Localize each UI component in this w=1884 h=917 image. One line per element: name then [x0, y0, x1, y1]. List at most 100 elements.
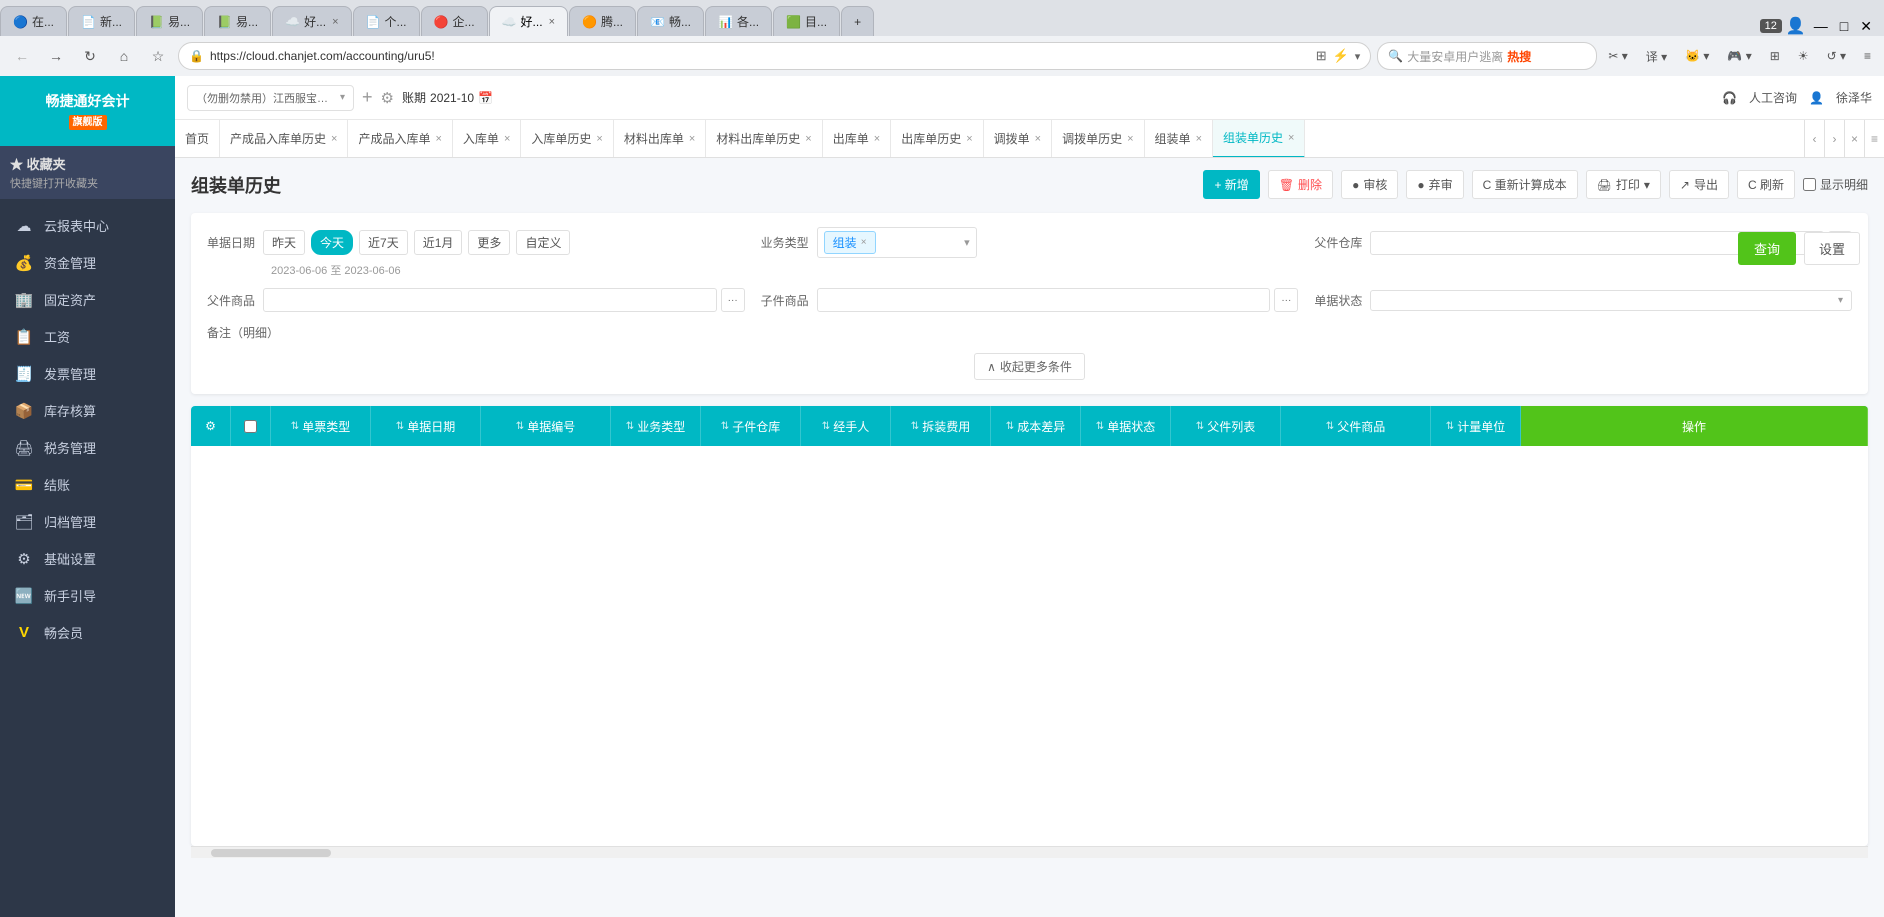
browser-tab-11[interactable]: 📊 各... [705, 6, 772, 36]
browser-tab-5[interactable]: ☁️ 好... × [272, 6, 351, 36]
th-settings[interactable]: ⚙ [191, 406, 231, 446]
th-bill-no[interactable]: ⇅ 单据编号 [481, 406, 611, 446]
export-button[interactable]: ↗ 导出 [1669, 170, 1729, 199]
period-selector[interactable]: 账期 2021-10 📅 [402, 89, 493, 106]
browser-tab-8[interactable]: ☁️ 好... × [489, 6, 568, 36]
nav-tab-close-assembly[interactable]: × [1196, 133, 1202, 145]
new-tab-button[interactable]: + [841, 6, 874, 36]
sidebar-item-archive-mgmt[interactable]: 🗂 归档管理 [0, 503, 175, 540]
browser-tab-6[interactable]: 📄 个... [353, 6, 420, 36]
th-unit[interactable]: ⇅ 计量单位 [1431, 406, 1521, 446]
sidebar-favorites[interactable]: ★ 收藏夹 快捷键打开收藏夹 [0, 146, 175, 199]
nav-tab-close-adjust[interactable]: × [1035, 133, 1041, 145]
new-button[interactable]: + 新增 [1203, 170, 1259, 199]
refresh-button-page[interactable]: C 刷新 [1737, 170, 1795, 199]
nav-arrow-right[interactable]: › [1824, 120, 1844, 158]
th-bill-status[interactable]: ⇅ 单据状态 [1081, 406, 1171, 446]
brightness-tool[interactable]: ☀ [1793, 47, 1814, 65]
address-bar[interactable]: 🔒 https://cloud.chanjet.com/accounting/u… [178, 42, 1371, 70]
biz-type-dropdown-icon[interactable]: ▾ [964, 236, 970, 249]
parent-goods-more-btn[interactable]: ··· [721, 288, 745, 312]
game-tool[interactable]: 🎮 ▾ [1722, 47, 1756, 65]
date-btn-yesterday[interactable]: 昨天 [263, 230, 305, 255]
sidebar-item-cloud-report[interactable]: ☁ 云报表中心 [0, 207, 175, 244]
company-selector[interactable]: （勿删勿禁用）江西服宝测试专用 ▾ [187, 85, 354, 111]
th-parent-goods[interactable]: ⇅ 父件商品 [1281, 406, 1431, 446]
nav-tab-close-out-hist[interactable]: × [966, 133, 972, 145]
th-sub-warehouse[interactable]: ⇅ 子件仓库 [701, 406, 801, 446]
nav-tab-assembly-hist[interactable]: 组装单历史 × [1213, 120, 1305, 158]
sub-goods-input[interactable] [817, 288, 1271, 312]
date-btn-today[interactable]: 今天 [311, 230, 353, 255]
sidebar-item-fixed-assets[interactable]: 🏢 固定资产 [0, 281, 175, 318]
nav-tab-close-prod-in-hist[interactable]: × [331, 133, 337, 145]
collapse-button[interactable]: ∧ 收起更多条件 [974, 353, 1085, 380]
nav-tab-adjust-hist[interactable]: 调拨单历史 × [1052, 120, 1144, 158]
nav-tab-assembly[interactable]: 组装单 × [1145, 120, 1213, 158]
sidebar-item-invoice-mgmt[interactable]: 🧾 发票管理 [0, 355, 175, 392]
home-button[interactable]: ⌂ [110, 42, 138, 70]
parent-goods-input[interactable] [263, 288, 717, 312]
more-tool[interactable]: ≡ [1859, 47, 1876, 65]
date-btn-7days[interactable]: 近7天 [359, 230, 408, 255]
bookmark-button[interactable]: ☆ [144, 42, 172, 70]
emoji-tool[interactable]: 🐱 ▾ [1680, 47, 1714, 65]
browser-tab-4[interactable]: 📗 易... [204, 6, 271, 36]
close-icon[interactable]: ✕ [1856, 18, 1876, 35]
browser-tab-1[interactable]: 🔵 在... [0, 6, 67, 36]
recalc-button[interactable]: C 重新计算成本 [1472, 170, 1578, 199]
nav-tab-out-order[interactable]: 出库单 × [823, 120, 891, 158]
nav-tab-close-in-order[interactable]: × [504, 133, 510, 145]
calendar-icon[interactable]: 📅 [478, 91, 493, 105]
biz-type-tag-remove[interactable]: × [861, 237, 867, 248]
browser-tab-12[interactable]: 🟩 目... [773, 6, 840, 36]
nav-tab-prod-in-hist[interactable]: 产成品入库单历史 × [220, 120, 348, 158]
nav-tab-in-order[interactable]: 入库单 × [453, 120, 521, 158]
sidebar-item-closing[interactable]: 💳 结账 [0, 466, 175, 503]
th-disassembly-fee[interactable]: ⇅ 拆装费用 [891, 406, 991, 446]
nav-tab-close-mat-out-hist[interactable]: × [805, 133, 811, 145]
settings-company-icon[interactable]: ⚙ [381, 89, 394, 107]
nav-tab-adjust[interactable]: 调拨单 × [984, 120, 1052, 158]
date-btn-1month[interactable]: 近1月 [414, 230, 463, 255]
show-detail-checkbox[interactable] [1803, 178, 1816, 191]
browser-tab-2[interactable]: 📄 新... [68, 6, 135, 36]
th-bill-date[interactable]: ⇅ 单据日期 [371, 406, 481, 446]
nav-tab-close-out-order[interactable]: × [874, 133, 880, 145]
set-button[interactable]: 设置 [1804, 232, 1860, 265]
sidebar-item-basic-settings[interactable]: ⚙ 基础设置 [0, 540, 175, 577]
support-label[interactable]: 人工咨询 [1749, 89, 1797, 106]
add-company-button[interactable]: + [362, 87, 373, 108]
biz-type-selector[interactable]: 组装 × ▾ [817, 227, 977, 258]
nav-tab-out-hist[interactable]: 出库单历史 × [891, 120, 983, 158]
nav-tab-close-adjust-hist[interactable]: × [1127, 133, 1133, 145]
translate-tool[interactable]: 译 ▾ [1641, 46, 1672, 67]
nav-tab-close-prod-in[interactable]: × [435, 133, 441, 145]
bill-status-dropdown[interactable]: ▾ [1370, 290, 1852, 311]
sidebar-item-salary[interactable]: 📋 工资 [0, 318, 175, 355]
nav-tab-close-mat-out[interactable]: × [689, 133, 695, 145]
back-button[interactable]: ← [8, 42, 36, 70]
sidebar-item-vip[interactable]: V 畅会员 [0, 614, 175, 651]
dropdown-arrow-icon[interactable]: ▾ [1355, 50, 1361, 63]
browser-tab-9[interactable]: 🟠 腾... [569, 6, 636, 36]
date-btn-custom[interactable]: 自定义 [516, 230, 570, 255]
th-bill-type[interactable]: ⇅ 单票类型 [271, 406, 371, 446]
sub-goods-more-btn[interactable]: ··· [1274, 288, 1298, 312]
browser-search[interactable]: 🔍 大量安卓用户逃离 热搜 [1377, 42, 1597, 70]
scrollbar-thumb[interactable] [211, 849, 331, 857]
sidebar-item-fund-mgmt[interactable]: 💰 资金管理 [0, 244, 175, 281]
horizontal-scrollbar[interactable] [191, 846, 1868, 858]
select-all-checkbox[interactable] [244, 420, 257, 433]
th-handler[interactable]: ⇅ 经手人 [801, 406, 891, 446]
audit-button[interactable]: ● 审核 [1341, 170, 1398, 199]
abandon-button[interactable]: ● 弃审 [1406, 170, 1463, 199]
tab-close-8[interactable]: × [549, 16, 555, 28]
date-btn-more[interactable]: 更多 [468, 230, 510, 255]
refresh-button[interactable]: ↻ [76, 42, 104, 70]
query-button[interactable]: 查询 [1738, 232, 1796, 265]
undo-tool[interactable]: ↺ ▾ [1822, 47, 1851, 65]
nav-tab-prod-in[interactable]: 产成品入库单 × [348, 120, 452, 158]
nav-tab-mat-out-hist[interactable]: 材料出库单历史 × [706, 120, 822, 158]
forward-button[interactable]: → [42, 42, 70, 70]
